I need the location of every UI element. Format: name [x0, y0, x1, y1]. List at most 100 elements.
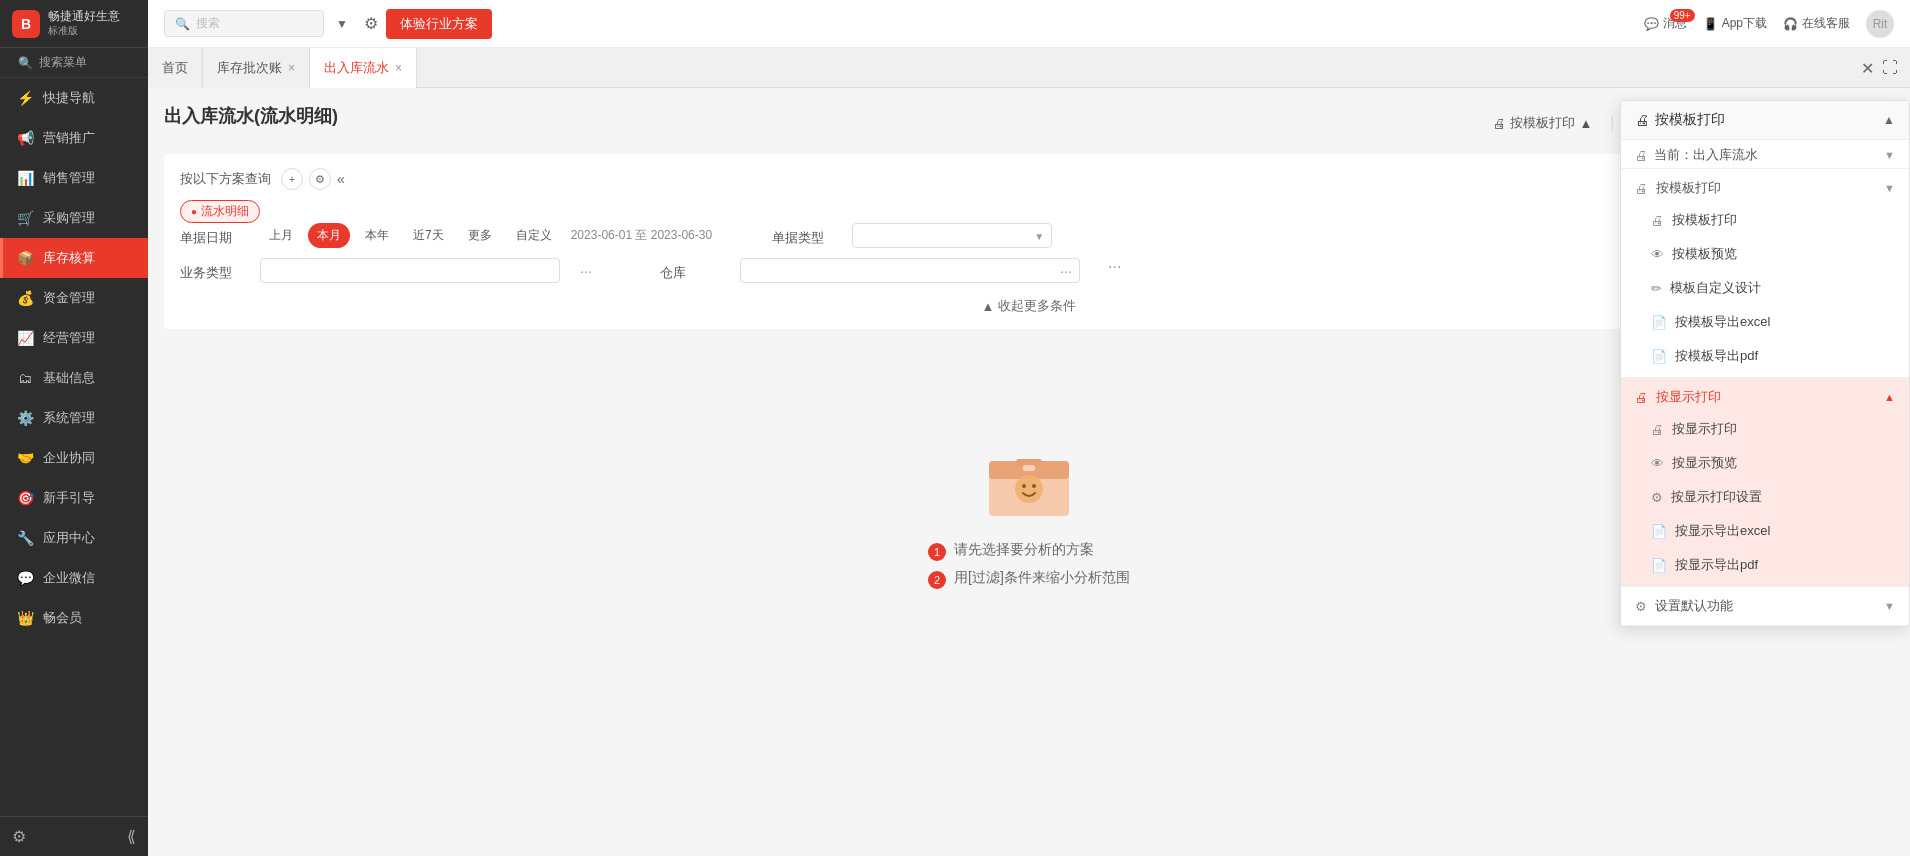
warehouse-select-wrap	[740, 258, 1080, 283]
svg-point-4	[1015, 475, 1043, 503]
inventory-icon: 📦	[15, 248, 35, 268]
date-btn-this-year[interactable]: 本年	[356, 223, 398, 248]
filter-type-label: 业务类型	[180, 258, 240, 282]
date-btn-more[interactable]: 更多	[459, 223, 501, 248]
display-export-pdf-label: 按显示导出pdf	[1675, 556, 1758, 574]
dropdown-display-section-header[interactable]: 🖨 按显示打印 ▲	[1621, 382, 1909, 412]
voucher-type-select[interactable]	[852, 223, 1052, 248]
dropdown-item-template-export-excel[interactable]: 📄 按模板导出excel	[1621, 305, 1909, 339]
sidebar-item-quick-nav[interactable]: ⚡ 快捷导航	[0, 78, 148, 118]
sidebar-item-member[interactable]: 👑 畅会员	[0, 598, 148, 638]
online-service-action[interactable]: 🎧 在线客服	[1783, 15, 1850, 32]
header-gear-icon[interactable]: ⚙	[364, 14, 378, 33]
sidebar-item-system[interactable]: ⚙️ 系统管理	[0, 398, 148, 438]
tab-batch-account-close[interactable]: ×	[288, 61, 295, 75]
sidebar-item-label: 经营管理	[43, 329, 95, 347]
sidebar-item-label: 新手引导	[43, 489, 95, 507]
tab-close-all-button[interactable]: ✕	[1861, 59, 1874, 78]
display-preview-icon: 👁	[1651, 456, 1664, 471]
tab-inventory-flow[interactable]: 出入库流水 ×	[310, 48, 417, 88]
collab-icon: 🤝	[15, 448, 35, 468]
sidebar-item-marketing[interactable]: 📢 营销推广	[0, 118, 148, 158]
tab-batch-account[interactable]: 库存批次账 ×	[203, 48, 310, 88]
header-dropdown-arrow[interactable]: ▼	[336, 17, 348, 31]
filter-tag-liushui[interactable]: ● 流水明细	[180, 200, 260, 223]
date-btn-this-month[interactable]: 本月	[308, 223, 350, 248]
sidebar-item-sales[interactable]: 📊 销售管理	[0, 158, 148, 198]
app-download-action[interactable]: 📱 App下载	[1703, 15, 1767, 32]
sidebar-item-label: 快捷导航	[43, 89, 95, 107]
dropdown-template-section-header[interactable]: 🖨 按模板打印 ▼	[1621, 173, 1909, 203]
user-avatar[interactable]: Rit	[1866, 10, 1894, 38]
dropdown-item-display-print[interactable]: 🖨 按显示打印	[1621, 412, 1909, 446]
dropdown-header-right: ▲	[1883, 113, 1895, 127]
tab-inventory-flow-close[interactable]: ×	[395, 61, 402, 75]
collapse-filter-button[interactable]: ▲ 收起更多条件	[982, 297, 1077, 315]
sidebar-item-label: 基础信息	[43, 369, 95, 387]
sidebar-item-finance[interactable]: 💰 资金管理	[0, 278, 148, 318]
filter-settings-button[interactable]: ⚙	[309, 168, 331, 190]
sidebar-item-purchase[interactable]: 🛒 采购管理	[0, 198, 148, 238]
date-btn-last-7-days[interactable]: 近7天	[404, 223, 453, 248]
date-btn-last-month[interactable]: 上月	[260, 223, 302, 248]
sales-icon: 📊	[15, 168, 35, 188]
template-custom-label: 模板自定义设计	[1670, 279, 1761, 297]
warehouse-input[interactable]	[740, 258, 1080, 283]
message-action[interactable]: 💬 消息 99+	[1644, 15, 1687, 32]
tab-maximize-button[interactable]: ⛶	[1882, 59, 1898, 77]
default-section-icon: ⚙	[1635, 599, 1647, 614]
dropdown-item-display-export-pdf[interactable]: 📄 按显示导出pdf	[1621, 548, 1909, 582]
sidebar-item-label: 畅会员	[43, 609, 82, 627]
filter-date-range: 2023-06-01 至 2023-06-30	[571, 227, 712, 244]
print-chevron-up-icon: ▲	[1579, 116, 1592, 131]
template-section-chevron: ▼	[1884, 182, 1895, 194]
warehouse-more-icon[interactable]: ···	[1108, 258, 1121, 276]
dropdown-current-chevron[interactable]: ▼	[1884, 149, 1895, 161]
sidebar-item-guide[interactable]: 🎯 新手引导	[0, 478, 148, 518]
dropdown-item-template-export-pdf[interactable]: 📄 按模板导出pdf	[1621, 339, 1909, 373]
display-print-settings-label: 按显示打印设置	[1671, 488, 1762, 506]
dropdown-item-template-print[interactable]: 🖨 按模板打印	[1621, 203, 1909, 237]
dropdown-display-items: 🖨 按显示打印 👁 按显示预览 ⚙ 按显示打印设置 📄 按显示导出excel 📄…	[1621, 412, 1909, 582]
dropdown-item-display-print-settings[interactable]: ⚙ 按显示打印设置	[1621, 480, 1909, 514]
empty-state-icon	[969, 421, 1089, 521]
svg-point-6	[1032, 484, 1036, 488]
header-search-placeholder: 搜索	[196, 15, 220, 32]
header-search-bar[interactable]: 🔍 搜索	[164, 10, 324, 37]
template-print-label: 按模板打印	[1672, 211, 1737, 229]
default-section-label: 设置默认功能	[1655, 597, 1733, 615]
dropdown-print-icon: 🖨	[1635, 112, 1649, 128]
dropdown-default-section-header[interactable]: ⚙ 设置默认功能 ▼	[1621, 591, 1909, 621]
sidebar-item-apps[interactable]: 🔧 应用中心	[0, 518, 148, 558]
date-btn-custom[interactable]: 自定义	[507, 223, 561, 248]
template-print-icon: 🖨	[1651, 213, 1664, 228]
settings-footer-icon[interactable]: ⚙	[12, 827, 26, 846]
sidebar-item-base[interactable]: 🗂 基础信息	[0, 358, 148, 398]
dropdown-item-display-preview[interactable]: 👁 按显示预览	[1621, 446, 1909, 480]
empty-step-1-text: 请先选择要分析的方案	[954, 541, 1094, 559]
sidebar-item-operations[interactable]: 📈 经营管理	[0, 318, 148, 358]
sidebar-item-inventory[interactable]: 📦 库存核算	[0, 238, 148, 278]
filter-add-button[interactable]: +	[281, 168, 303, 190]
dropdown-item-template-preview[interactable]: 👁 按模板预览	[1621, 237, 1909, 271]
business-type-input[interactable]	[260, 258, 560, 283]
display-section-icon: 🖨	[1635, 390, 1648, 405]
template-export-excel-icon: 📄	[1651, 315, 1667, 330]
sidebar-item-wechat[interactable]: 💬 企业微信	[0, 558, 148, 598]
print-template-button[interactable]: 🖨 按模板打印 ▲	[1485, 110, 1600, 136]
dropdown-item-display-export-excel[interactable]: 📄 按显示导出excel	[1621, 514, 1909, 548]
dropdown-item-template-custom[interactable]: ✏ 模板自定义设计	[1621, 271, 1909, 305]
sidebar-logo: B 畅捷通好生意 标准版	[0, 0, 148, 48]
sidebar-item-collab[interactable]: 🤝 企业协同	[0, 438, 148, 478]
filter-voucher-type-label: 单据类型	[772, 223, 832, 247]
tab-home[interactable]: 首页	[148, 48, 203, 88]
display-export-excel-icon: 📄	[1651, 524, 1667, 539]
filter-warehouse-label: 仓库	[660, 258, 720, 282]
sidebar-search[interactable]: 🔍 搜索菜单	[0, 48, 148, 78]
filter-collapse-arrow[interactable]: «	[337, 171, 345, 187]
collapse-sidebar-icon[interactable]: ⟪	[127, 827, 136, 846]
industry-solution-button[interactable]: 体验行业方案	[386, 9, 492, 39]
dropdown-up-chevron[interactable]: ▲	[1883, 113, 1895, 127]
print-dropdown-panel: 🖨 按模板打印 ▲ 🖨 当前：出入库流水 ▼ 🖨 按模板打印 ▼ 🖨 按模板打印	[1620, 100, 1910, 627]
dropdown-template-section: 🖨 按模板打印 ▼ 🖨 按模板打印 👁 按模板预览 ✏ 模板自定义设计 📄 按模…	[1621, 169, 1909, 378]
